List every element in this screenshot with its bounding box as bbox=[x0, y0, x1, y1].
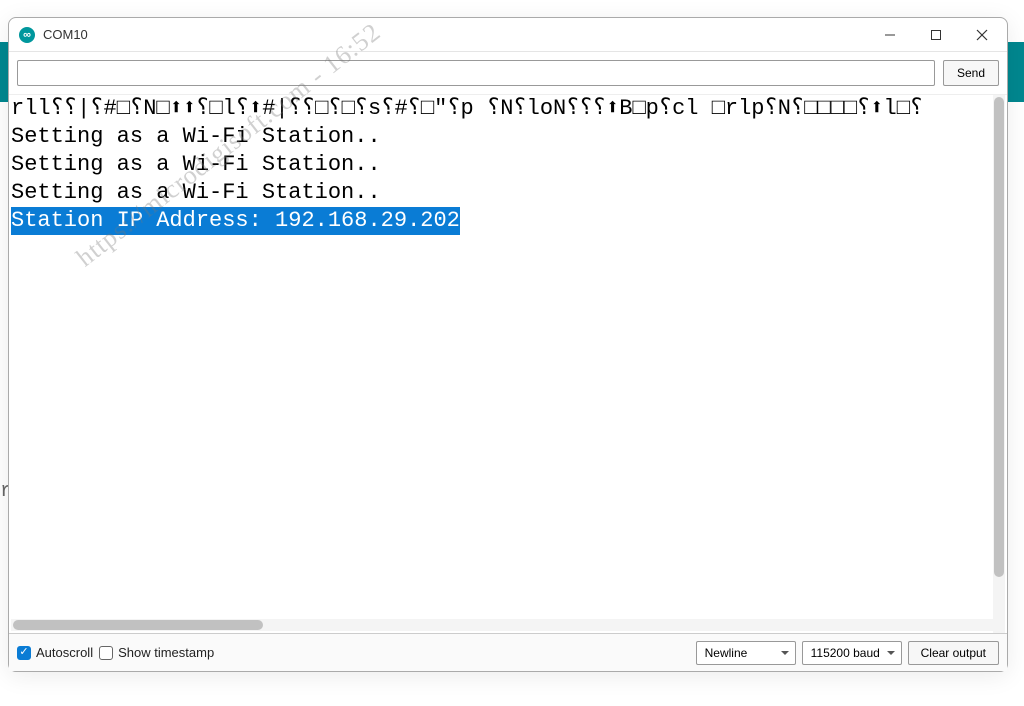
output-area: rll⸮⸮|⸮#□⸮N□⬆⬆⸮□l⸮⬆#|⸮⸮□⸮□⸮s⸮#⸮□"⸮p ⸮N⸮l… bbox=[9, 94, 1007, 633]
autoscroll-label: Autoscroll bbox=[36, 645, 93, 660]
timestamp-label: Show timestamp bbox=[118, 645, 214, 660]
horizontal-scrollbar[interactable] bbox=[11, 619, 993, 631]
vertical-scroll-thumb[interactable] bbox=[994, 97, 1004, 577]
send-button[interactable]: Send bbox=[943, 60, 999, 86]
checkbox-icon bbox=[17, 646, 31, 660]
line-ending-select[interactable]: Newline bbox=[696, 641, 796, 665]
baud-select[interactable]: 115200 baud bbox=[802, 641, 902, 665]
vertical-scrollbar[interactable] bbox=[993, 95, 1005, 633]
output-line[interactable]: rll⸮⸮|⸮#□⸮N□⬆⬆⸮□l⸮⬆#|⸮⸮□⸮□⸮s⸮#⸮□"⸮p ⸮N⸮l… bbox=[11, 95, 1005, 123]
maximize-button[interactable] bbox=[913, 19, 959, 51]
output-line[interactable]: Setting as a Wi-Fi Station.. bbox=[11, 151, 1005, 179]
serial-input[interactable] bbox=[17, 60, 935, 86]
output-text[interactable]: rll⸮⸮|⸮#□⸮N□⬆⬆⸮□l⸮⬆#|⸮⸮□⸮□⸮s⸮#⸮□"⸮p ⸮N⸮l… bbox=[9, 95, 1007, 633]
horizontal-scroll-thumb[interactable] bbox=[13, 620, 263, 630]
close-button[interactable] bbox=[959, 19, 1005, 51]
output-line[interactable]: Setting as a Wi-Fi Station.. bbox=[11, 123, 1005, 151]
minimize-button[interactable] bbox=[867, 19, 913, 51]
clear-output-button[interactable]: Clear output bbox=[908, 641, 999, 665]
status-bar: Autoscroll Show timestamp Newline 115200… bbox=[9, 633, 1007, 671]
window-controls bbox=[867, 19, 1005, 51]
output-line[interactable]: Station IP Address: 192.168.29.202 bbox=[11, 207, 1005, 235]
titlebar: ∞ COM10 bbox=[9, 18, 1007, 52]
checkbox-icon bbox=[99, 646, 113, 660]
input-row: Send bbox=[9, 52, 1007, 94]
output-line[interactable]: Setting as a Wi-Fi Station.. bbox=[11, 179, 1005, 207]
timestamp-checkbox[interactable]: Show timestamp bbox=[99, 645, 214, 660]
serial-monitor-window: ∞ COM10 Send rll⸮⸮|⸮#□⸮N□⬆⬆⸮□l⸮⬆#|⸮⸮□⸮□⸮… bbox=[8, 17, 1008, 672]
window-title: COM10 bbox=[43, 27, 867, 42]
arduino-icon: ∞ bbox=[19, 27, 35, 43]
autoscroll-checkbox[interactable]: Autoscroll bbox=[17, 645, 93, 660]
